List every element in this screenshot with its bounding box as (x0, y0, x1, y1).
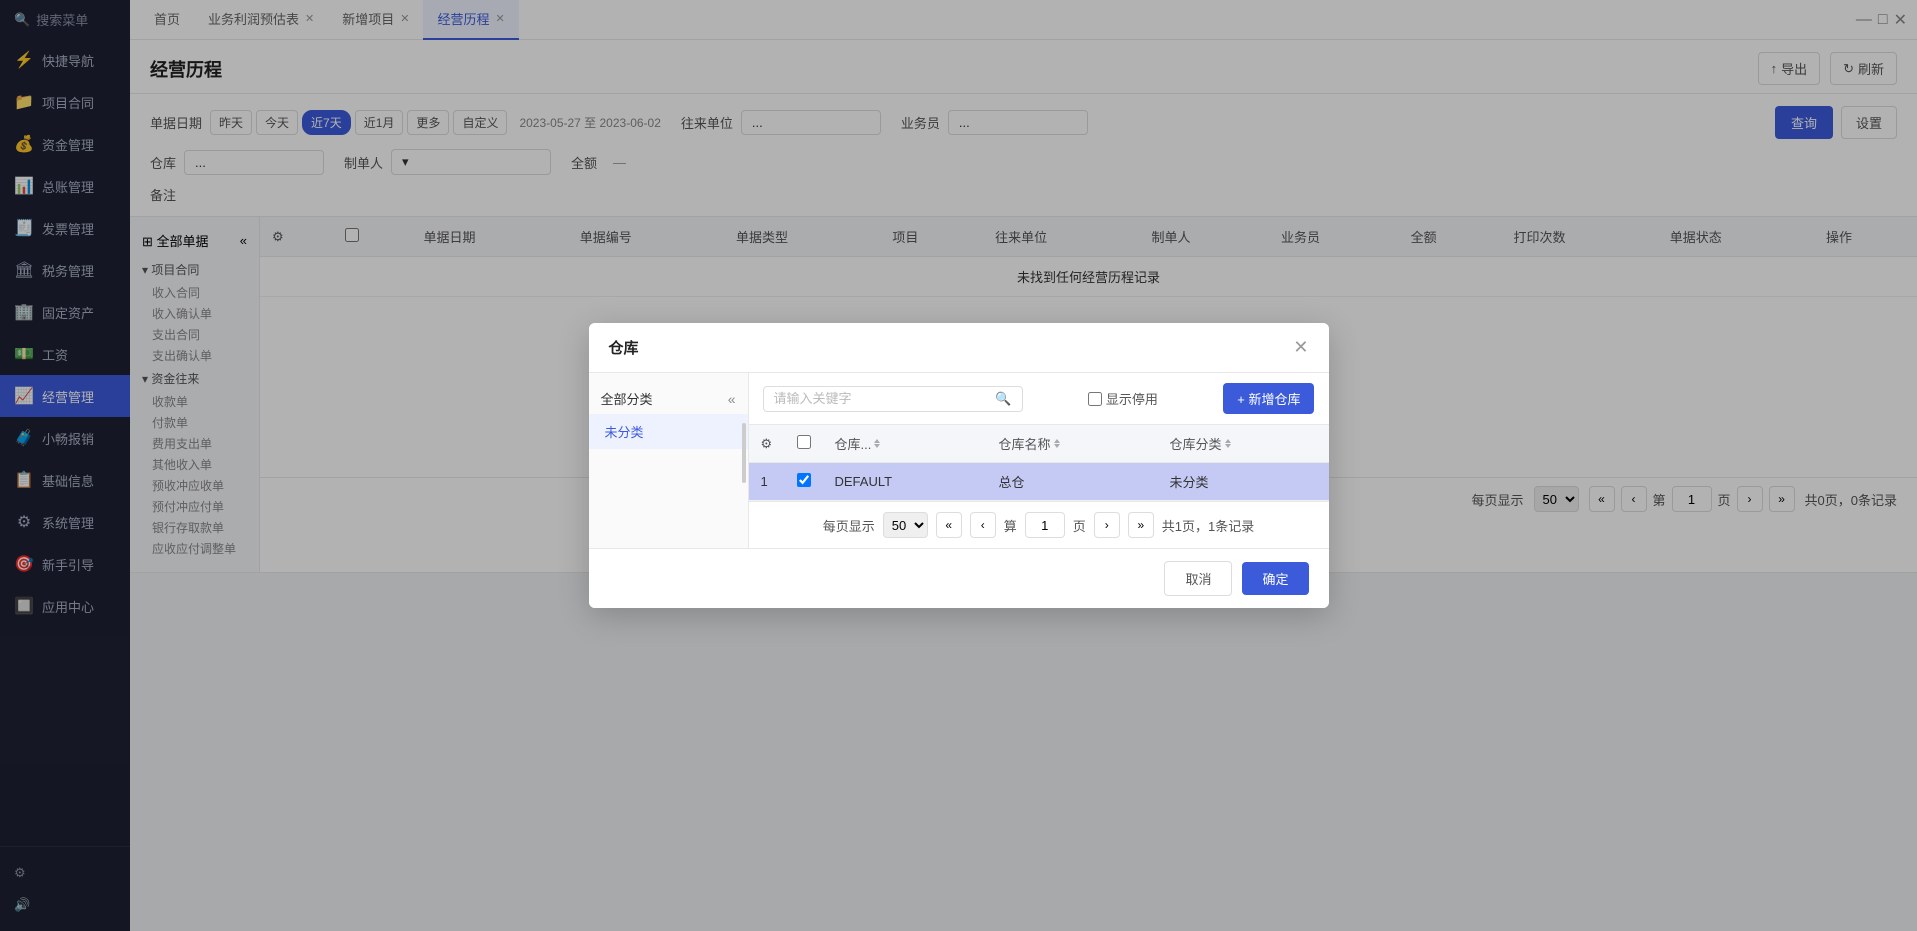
modal-table-row[interactable]: 1 DEFAULT 总仓 未分类 (749, 463, 1329, 501)
modal-row-code: DEFAULT (823, 463, 987, 501)
modal-right-panel: 🔍 显示停用 + 新增仓库 (749, 373, 1329, 548)
show-disabled-checkbox[interactable] (1088, 392, 1102, 406)
confirm-button[interactable]: 确定 (1242, 562, 1308, 595)
modal-left-panel: 全部分类 « 未分类 (589, 373, 749, 548)
modal-th-category: 仓库分类 (1158, 425, 1329, 463)
modal-search-icon: 🔍 (995, 391, 1011, 407)
modal-th-checkbox[interactable] (785, 425, 823, 463)
modal-left-uncategorized[interactable]: 未分类 (589, 414, 748, 449)
modal-page-text: 算 (1004, 516, 1017, 535)
modal-per-page-label: 每页显示 (823, 516, 875, 535)
modal-row-checkbox-cell[interactable] (785, 463, 823, 501)
add-warehouse-label: + 新增仓库 (1237, 389, 1300, 408)
modal-body: 全部分类 « 未分类 🔍 (589, 373, 1329, 548)
warehouse-modal: 仓库 ✕ 全部分类 « 未分类 (589, 323, 1329, 608)
all-category-label: 全部分类 (601, 389, 653, 408)
sort-code-icon (874, 439, 880, 448)
sort-name-icon (1054, 439, 1060, 448)
modal-th-code: 仓库... (823, 425, 987, 463)
modal-row-num: 1 (749, 463, 785, 501)
modal-search-input[interactable] (774, 391, 990, 406)
uncategorized-label: 未分类 (605, 425, 644, 440)
modal-title: 仓库 (609, 337, 639, 358)
modal-left-header: 全部分类 « (589, 383, 748, 414)
show-disabled-checkbox-label[interactable]: 显示停用 (1088, 389, 1158, 408)
modal-th-name: 仓库名称 (987, 425, 1158, 463)
modal-last-btn[interactable]: » (1128, 512, 1154, 538)
modal-header: 仓库 ✕ (589, 323, 1329, 373)
show-disabled-label: 显示停用 (1106, 389, 1158, 408)
cancel-button[interactable]: 取消 (1164, 561, 1232, 596)
collapse-left-icon[interactable]: « (728, 391, 736, 407)
modal-next-btn[interactable]: › (1094, 512, 1120, 538)
modal-table-area[interactable]: ⚙ 仓库... (749, 425, 1329, 501)
modal-toolbar: 🔍 显示停用 + 新增仓库 (749, 373, 1329, 425)
add-warehouse-button[interactable]: + 新增仓库 (1223, 383, 1314, 414)
modal-first-btn[interactable]: « (936, 512, 962, 538)
modal-row-checkbox[interactable] (797, 473, 811, 487)
modal-table: ⚙ 仓库... (749, 425, 1329, 501)
modal-row-name: 总仓 (987, 463, 1158, 501)
modal-page-suffix: 页 (1073, 516, 1086, 535)
modal-th-settings: ⚙ (749, 425, 785, 463)
modal-overlay: 仓库 ✕ 全部分类 « 未分类 (0, 0, 1917, 931)
sort-category-icon (1225, 439, 1231, 448)
modal-close-button[interactable]: ✕ (1293, 337, 1308, 358)
modal-pagination: 每页显示 50 « ‹ 算 页 › » 共1页，1条记录 (749, 501, 1329, 548)
modal-per-page-select[interactable]: 50 (883, 512, 928, 538)
modal-total-text: 共1页，1条记录 (1162, 516, 1254, 535)
modal-row-category: 未分类 (1158, 463, 1329, 501)
gear-icon: ⚙ (761, 436, 773, 451)
left-scrollbar[interactable] (742, 423, 746, 483)
modal-prev-btn[interactable]: ‹ (970, 512, 996, 538)
modal-page-input[interactable] (1025, 512, 1065, 538)
modal-select-all[interactable] (797, 435, 811, 449)
modal-search-box: 🔍 (763, 386, 1023, 412)
modal-actions: 取消 确定 (589, 548, 1329, 608)
